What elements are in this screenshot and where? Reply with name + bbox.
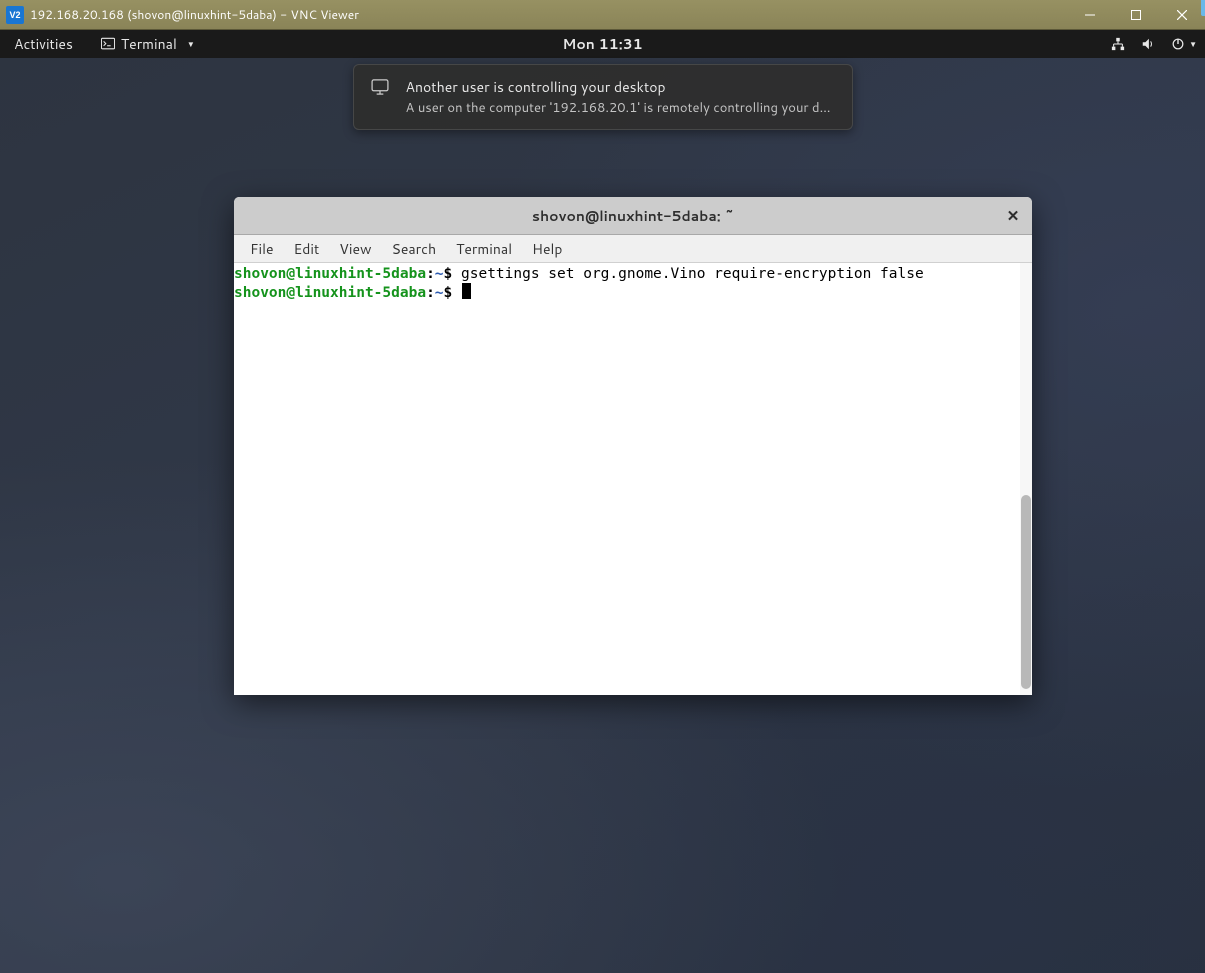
gnome-top-bar: Activities Terminal ▼ Mon 11:31 ▼: [0, 30, 1205, 58]
terminal-cursor: [462, 283, 471, 299]
menu-view[interactable]: View: [331, 237, 379, 261]
chevron-down-icon: ▼: [187, 38, 195, 50]
terminal-menubar: File Edit View Search Terminal Help: [234, 235, 1032, 263]
menu-terminal[interactable]: Terminal: [448, 237, 520, 261]
terminal-command: gsettings set org.gnome.Vino require-enc…: [461, 266, 924, 282]
vnc-app-icon: V2: [6, 6, 24, 24]
terminal-line: shovon@linuxhint-5daba:~$: [234, 283, 1032, 302]
terminal-app-icon: [101, 37, 115, 51]
screen-share-icon: [370, 77, 390, 117]
notification-message: A user on the computer '192.168.20.1' is…: [406, 99, 836, 117]
notification-title: Another user is controlling your desktop: [406, 77, 836, 97]
menu-search[interactable]: Search: [384, 237, 445, 261]
notification-banner[interactable]: Another user is controlling your desktop…: [353, 64, 853, 130]
side-indicator: [1201, 0, 1205, 16]
menu-edit[interactable]: Edit: [286, 237, 328, 261]
close-button[interactable]: [1159, 0, 1205, 29]
menu-help[interactable]: Help: [524, 237, 570, 261]
system-menu-button[interactable]: ▼: [1171, 37, 1197, 51]
app-menu-button[interactable]: Terminal ▼: [97, 32, 199, 56]
app-menu-label: Terminal: [121, 34, 177, 54]
vnc-titlebar[interactable]: V2 192.168.20.168 (shovon@linuxhint-5dab…: [0, 0, 1205, 30]
close-icon: [1177, 10, 1187, 20]
terminal-body[interactable]: shovon@linuxhint-5daba:~$ gsettings set …: [234, 263, 1032, 695]
scrollbar-thumb[interactable]: [1021, 495, 1031, 689]
volume-icon[interactable]: [1141, 37, 1155, 51]
terminal-close-button[interactable]: ✕: [1004, 207, 1022, 225]
terminal-window: shovon@linuxhint-5daba: ~ ✕ File Edit Vi…: [234, 197, 1032, 695]
minimize-button[interactable]: [1067, 0, 1113, 29]
terminal-title: shovon@linuxhint-5daba: ~: [532, 206, 734, 226]
terminal-titlebar[interactable]: shovon@linuxhint-5daba: ~ ✕: [234, 197, 1032, 235]
maximize-icon: [1131, 10, 1141, 20]
terminal-scrollbar[interactable]: [1020, 263, 1032, 695]
chevron-down-icon: ▼: [1189, 38, 1197, 50]
close-icon: ✕: [1007, 205, 1020, 226]
minimize-icon: [1085, 10, 1095, 20]
menu-file[interactable]: File: [242, 237, 282, 261]
network-icon[interactable]: [1111, 37, 1125, 51]
power-icon: [1171, 37, 1185, 51]
clock-button[interactable]: Mon 11:31: [562, 34, 642, 54]
vnc-window-title: 192.168.20.168 (shovon@linuxhint-5daba) …: [30, 6, 1067, 23]
activities-button[interactable]: Activities: [8, 32, 79, 56]
maximize-button[interactable]: [1113, 0, 1159, 29]
terminal-line: shovon@linuxhint-5daba:~$ gsettings set …: [234, 265, 1032, 283]
remote-desktop: Activities Terminal ▼ Mon 11:31 ▼: [0, 30, 1205, 973]
